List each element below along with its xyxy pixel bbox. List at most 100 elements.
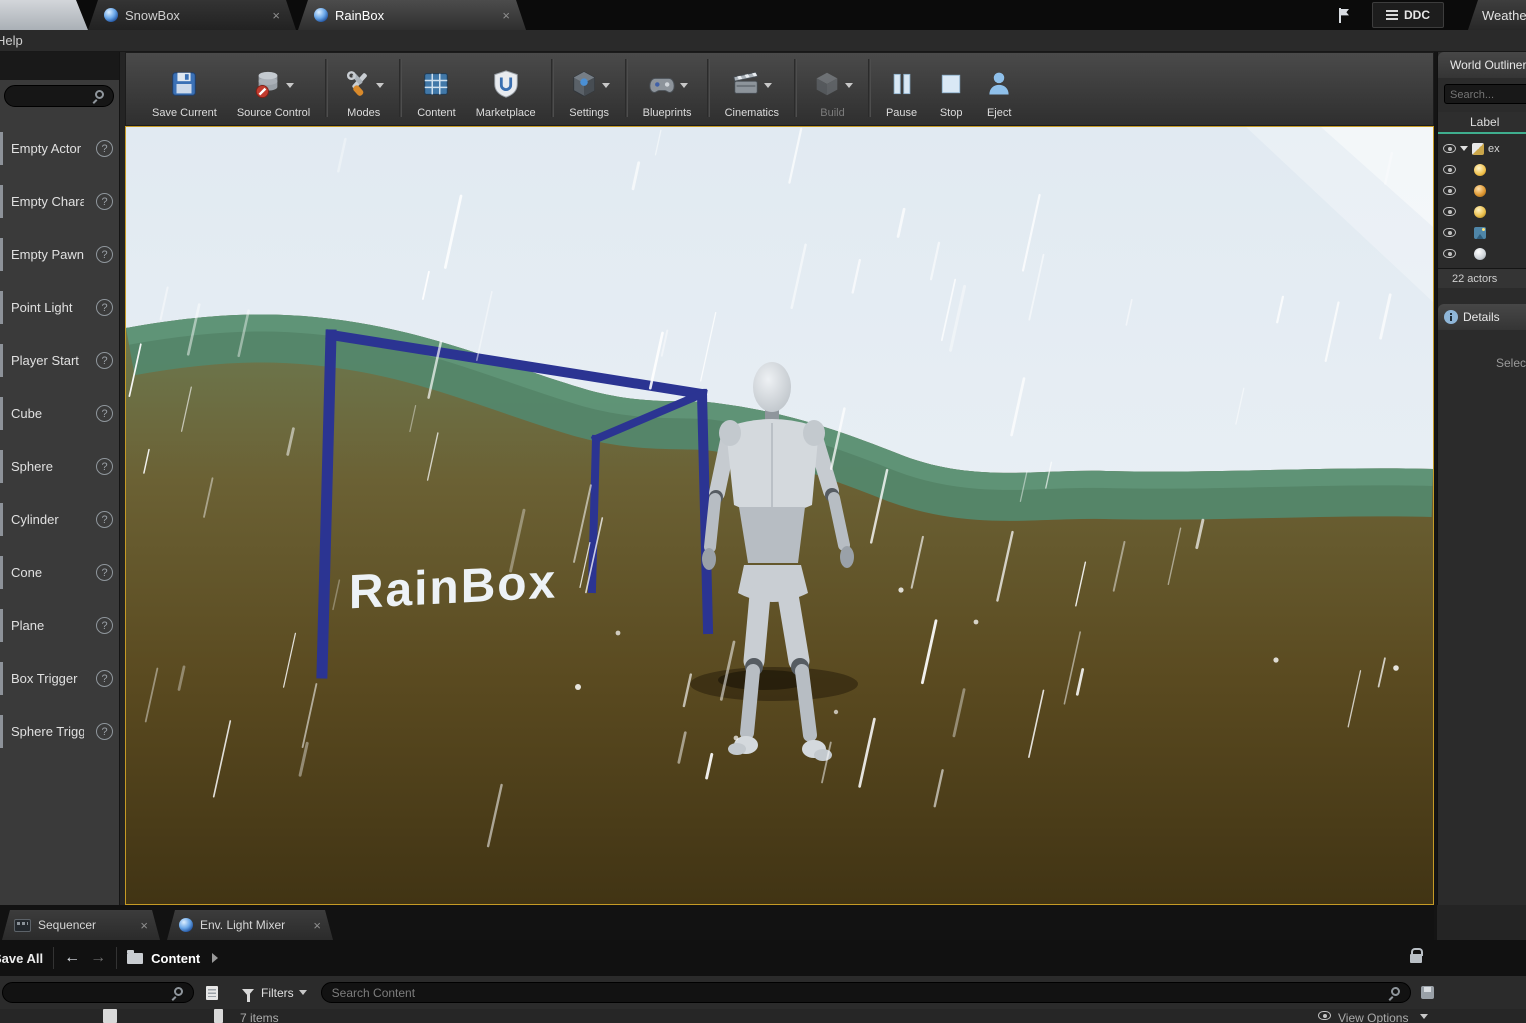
place-actor-cone[interactable]: Cone? [0,546,119,599]
close-icon[interactable]: × [313,919,321,932]
level-tab-rainbox[interactable]: RainBox × [298,0,526,30]
lock-icon[interactable] [1410,947,1423,963]
ddc-label: DDC [1404,8,1430,22]
dropdown-arrow-icon[interactable] [601,82,610,88]
help-circle-icon[interactable]: ? [96,193,113,210]
sources-search-input[interactable] [3,983,165,1002]
help-circle-icon[interactable]: ? [96,405,113,422]
sources-search[interactable] [2,982,194,1003]
dropdown-arrow-icon [844,82,853,88]
build-button: Build [802,53,863,119]
help-circle-icon[interactable]: ? [96,140,113,157]
outliner-row[interactable] [1438,243,1526,264]
flag-icon[interactable] [1333,4,1355,26]
tab-env-light-mixer[interactable]: Env. Light Mixer × [167,910,333,940]
help-circle-icon[interactable]: ? [96,511,113,528]
dropdown-arrow-icon[interactable] [1420,1014,1428,1019]
eject-button[interactable]: Eject [975,53,1023,119]
place-actor-empty-actor[interactable]: Empty Actor? [0,122,119,175]
content-browser-status-bar: 7 items View Options [0,1009,1526,1023]
help-circle-icon[interactable]: ? [96,617,113,634]
dropdown-arrow-icon[interactable] [298,990,307,995]
ddc-button[interactable]: DDC [1372,2,1444,28]
outliner-search-input[interactable] [1445,86,1505,104]
place-actor-box-trigger[interactable]: Box Trigger? [0,652,119,705]
help-circle-icon[interactable]: ? [96,458,113,475]
tab-weather[interactable]: Weather [1468,0,1526,30]
help-circle-icon[interactable]: ? [96,670,113,687]
blueprints-button[interactable]: Blueprints [633,53,702,119]
breadcrumb-content[interactable]: Content [151,951,200,966]
dropdown-arrow-icon[interactable] [679,82,688,88]
level-tab-snowbox[interactable]: SnowBox × [88,0,296,30]
expander-icon[interactable] [1460,146,1468,151]
place-actor-sphere-trigger[interactable]: Sphere Trigger? [0,705,119,758]
visibility-eye-icon[interactable] [1443,165,1456,174]
view-options-eye-icon[interactable] [1318,1011,1331,1020]
tab-details[interactable]: Details [1438,304,1526,330]
place-actor-point-light[interactable]: Point Light? [0,281,119,334]
marketplace-button[interactable]: Marketplace [466,53,546,119]
sources-panel-icon[interactable] [206,985,218,1000]
help-circle-icon[interactable]: ? [96,564,113,581]
visibility-eye-icon[interactable] [1443,249,1456,258]
breadcrumb-chevron-icon[interactable] [212,953,219,963]
help-circle-icon[interactable]: ? [96,723,113,740]
help-circle-icon[interactable]: ? [96,246,113,263]
cinematics-button[interactable]: Cinematics [715,53,789,119]
settings-button[interactable]: Settings [559,53,620,119]
place-actor-player-start[interactable]: Player Start? [0,334,119,387]
view-options-button[interactable]: View Options [1338,1011,1408,1023]
asset-thumbnail[interactable] [103,1009,117,1023]
place-actors-search[interactable] [4,85,114,107]
outliner-row[interactable] [1438,180,1526,201]
place-actor-cube[interactable]: Cube? [0,387,119,440]
content-button[interactable]: Content [407,53,466,119]
dropdown-arrow-icon[interactable] [764,82,773,88]
stop-button[interactable]: Stop [927,53,975,119]
outliner-row[interactable] [1438,159,1526,180]
back-arrow-icon[interactable]: ← [64,950,80,966]
outliner-row[interactable] [1438,201,1526,222]
tab-world-outliner[interactable]: World Outliner [1438,52,1526,78]
help-circle-icon[interactable]: ? [96,299,113,316]
place-actor-empty-character[interactable]: Empty Character? [0,175,119,228]
outliner-row[interactable]: ex [1438,138,1526,159]
close-icon[interactable]: × [272,9,280,22]
outliner-row[interactable] [1438,222,1526,243]
visibility-eye-icon[interactable] [1443,144,1456,153]
level-viewport[interactable]: RainBox [125,126,1434,905]
outliner-search[interactable] [1444,84,1526,104]
forward-arrow-icon[interactable]: → [90,950,106,966]
modes-button[interactable]: Modes [333,53,394,119]
visibility-eye-icon[interactable] [1443,228,1456,237]
filters-button[interactable]: Filters [261,986,294,1000]
outliner-label-header[interactable]: Label [1438,112,1526,134]
dropdown-arrow-icon[interactable] [376,82,385,88]
place-actor-cylinder[interactable]: Cylinder? [0,493,119,546]
level-sphere-icon [104,8,118,22]
filter-funnel-icon[interactable] [242,989,254,1002]
settings-icon [569,69,599,102]
save-search-icon[interactable] [1420,986,1434,999]
save-current-button[interactable]: Save Current [142,53,227,119]
save-all-button[interactable]: Save All [0,951,43,966]
visibility-eye-icon[interactable] [1443,186,1456,195]
emitter-icon [1474,163,1486,176]
visibility-eye-icon[interactable] [1443,207,1456,216]
close-icon[interactable]: × [502,9,510,22]
place-actor-plane[interactable]: Plane? [0,599,119,652]
pause-button[interactable]: Pause [876,53,927,119]
panel-divider[interactable] [1434,52,1437,940]
content-search[interactable] [320,982,1411,1003]
menu-help[interactable]: Help [0,33,29,48]
source-control-button[interactable]: Source Control [227,53,320,119]
help-circle-icon[interactable]: ? [96,352,113,369]
place-actor-empty-pawn[interactable]: Empty Pawn? [0,228,119,281]
tab-sequencer[interactable]: Sequencer × [2,910,160,940]
place-actor-sphere[interactable]: Sphere? [0,440,119,493]
asset-thumbnail[interactable] [214,1009,223,1023]
close-icon[interactable]: × [140,919,148,932]
dropdown-arrow-icon[interactable] [286,82,294,88]
content-search-input[interactable] [321,983,1382,1002]
